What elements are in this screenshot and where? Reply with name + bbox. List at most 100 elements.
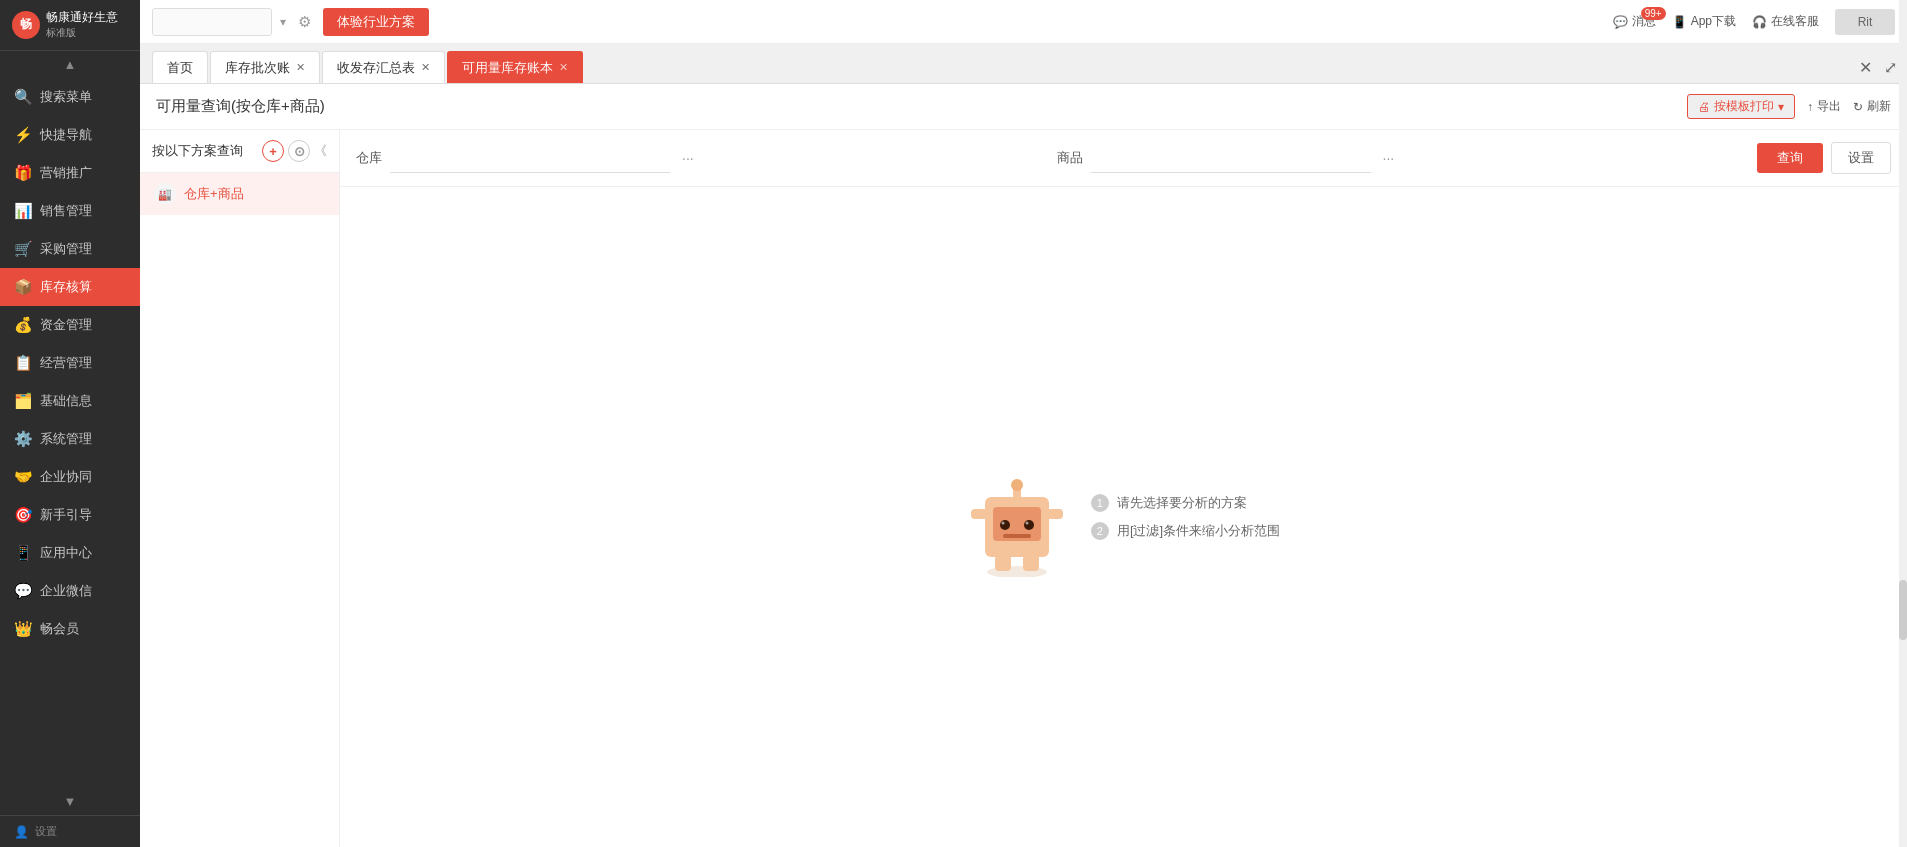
empty-illustration [967,467,1067,567]
goods-filter-group: 商品 ··· [1057,143,1742,173]
purchase-icon: 🛒 [14,240,32,258]
svg-rect-8 [971,509,987,519]
tab-batch-close[interactable]: ✕ [296,61,305,74]
step1-number: 1 [1091,494,1109,512]
right-scrollbar[interactable] [1899,0,1907,847]
sidebar-item-enterprise[interactable]: 🤝企业协同 [0,458,140,496]
scroll-down-btn[interactable]: ▼ [0,788,140,815]
sidebar-label-system: 系统管理 [40,430,92,448]
warehouse-more-icon[interactable]: ··· [678,148,698,168]
sidebar-item-basic-info[interactable]: 🗂️基础信息 [0,382,140,420]
scheme-item-label: 仓库+商品 [184,185,244,203]
sidebar-item-member[interactable]: 👑畅会员 [0,610,140,648]
content-area: 按以下方案查询 + ⊙ 《 🏭 仓库+商品 仓库 ··· [140,130,1907,847]
warehouse-input[interactable] [390,143,670,173]
sidebar-label-enterprise: 企业协同 [40,468,92,486]
member-icon: 👑 [14,620,32,638]
export-btn[interactable]: ↑ 导出 [1807,98,1841,115]
messages-btn[interactable]: 💬 消息 99+ [1613,13,1656,30]
sidebar-nav: 🔍搜索菜单 ⚡ 快捷导航 🎁 营销推广 📊销售管理🛒采购管理📦库存核算💰资金管理📋经营管理… [0,78,140,788]
step2-text: 用[过滤]条件来缩小分析范围 [1117,522,1280,540]
refresh-icon: ↻ [1853,100,1863,114]
sidebar-item-purchase[interactable]: 🛒采购管理 [0,230,140,268]
svg-rect-9 [1047,509,1063,519]
industry-btn[interactable]: 体验行业方案 [323,8,429,36]
tab-home-label: 首页 [167,59,193,77]
tab-available[interactable]: 可用量库存账本 ✕ [447,51,583,83]
sidebar-label-finance: 资金管理 [40,316,92,334]
sidebar-item-operations[interactable]: 📋经营管理 [0,344,140,382]
tab-batch[interactable]: 库存批次账 ✕ [210,51,320,83]
sidebar-item-onboarding[interactable]: 🎯新手引导 [0,496,140,534]
print-btn-label: 按模板打印 [1714,98,1774,115]
export-icon: ↑ [1807,100,1813,114]
tab-home[interactable]: 首页 [152,51,208,83]
messages-badge: 99+ [1641,7,1666,20]
sidebar-header: 畅 畅康通好生意 标准版 [0,0,140,51]
app-download-btn[interactable]: 📱 App下载 [1672,13,1736,30]
user-avatar[interactable]: Rit [1835,9,1895,35]
goods-input[interactable] [1091,143,1371,173]
refresh-btn[interactable]: ↻ 刷新 [1853,98,1891,115]
sidebar-item-wechat[interactable]: 💬企业微信 [0,572,140,610]
page-header: 可用量查询(按仓库+商品) 🖨 按模板打印 ▾ ↑ 导出 ↻ 刷新 [140,84,1907,130]
dropdown-arrow-icon[interactable]: ▾ [280,15,286,29]
sidebar-item-search[interactable]: 🔍搜索菜单 [0,78,140,116]
sidebar-item-app-center[interactable]: 📱应用中心 [0,534,140,572]
search-icon: 🔍 [14,88,32,106]
refresh-label: 刷新 [1867,98,1891,115]
sidebar-label-quick-nav: 快捷导航 [40,126,92,144]
step2-number: 2 [1091,522,1109,540]
tab-summary-close[interactable]: ✕ [421,61,430,74]
topbar-right: 💬 消息 99+ 📱 App下载 🎧 在线客服 Rit [1613,9,1895,35]
sidebar-label-inventory: 库存核算 [40,278,92,296]
collapse-panel-icon[interactable]: 《 [314,142,327,160]
scroll-up-btn[interactable]: ▲ [0,51,140,78]
empty-text: 1 请先选择要分析的方案 2 用[过滤]条件来缩小分析范围 [1091,494,1280,540]
message-icon: 💬 [1613,15,1628,29]
sidebar-label-wechat: 企业微信 [40,582,92,600]
sidebar-label-sales: 销售管理 [40,202,92,220]
print-dropdown-icon[interactable]: ▾ [1778,100,1784,114]
close-tab-icon[interactable]: ✕ [1857,56,1874,79]
empty-content: 1 请先选择要分析的方案 2 用[过滤]条件来缩小分析范围 [967,467,1280,567]
headset-icon: 🎧 [1752,15,1767,29]
right-panel: 仓库 ··· 商品 ··· 查询 设置 [340,130,1907,847]
query-btn[interactable]: 查询 [1757,143,1823,173]
sidebar-item-finance[interactable]: 💰资金管理 [0,306,140,344]
expand-icon[interactable]: ⤢ [1882,56,1899,79]
svg-rect-10 [995,555,1011,571]
sidebar-item-system[interactable]: ⚙️系统管理 [0,420,140,458]
tab-summary[interactable]: 收发存汇总表 ✕ [322,51,445,83]
goods-more-icon[interactable]: ··· [1379,148,1399,168]
page-title: 可用量查询(按仓库+商品) [156,97,325,116]
app-logo: 畅 [12,11,40,39]
sidebar-item-inventory[interactable]: 📦库存核算 [0,268,140,306]
sidebar-label-marketing: 营销推广 [40,164,92,182]
add-scheme-btn[interactable]: + [262,140,284,162]
marketing-icon: 🎁 [14,164,32,182]
scrollbar-thumb[interactable] [1899,580,1907,640]
svg-point-4 [1024,520,1034,530]
left-panel: 按以下方案查询 + ⊙ 《 🏭 仓库+商品 [140,130,340,847]
scheme-settings-btn[interactable]: ⊙ [288,140,310,162]
quick-nav-icon: ⚡ [14,126,32,144]
sidebar-item-marketing[interactable]: 🎁 营销推广 [0,154,140,192]
settings-icon[interactable]: ⚙ [294,9,315,35]
tab-available-label: 可用量库存账本 [462,59,553,77]
sidebar-item-quick-nav[interactable]: ⚡ 快捷导航 [0,116,140,154]
warehouse-filter-group: 仓库 ··· [356,143,1041,173]
tab-available-close[interactable]: ✕ [559,61,568,74]
service-btn[interactable]: 🎧 在线客服 [1752,13,1819,30]
app-name-group: 畅康通好生意 标准版 [46,10,118,40]
sidebar-item-sales[interactable]: 📊销售管理 [0,192,140,230]
warehouse-label: 仓库 [356,149,382,167]
logo-char: 畅 [20,16,32,33]
sidebar-bottom-item[interactable]: 👤 设置 [0,815,140,847]
column-settings-btn[interactable]: 设置 [1831,142,1891,174]
scheme-item-warehouse-goods[interactable]: 🏭 仓库+商品 [140,173,339,215]
svg-point-7 [1011,479,1023,491]
step1-text: 请先选择要分析的方案 [1117,494,1247,512]
print-btn[interactable]: 🖨 按模板打印 ▾ [1687,94,1795,119]
search-input[interactable] [152,8,272,36]
